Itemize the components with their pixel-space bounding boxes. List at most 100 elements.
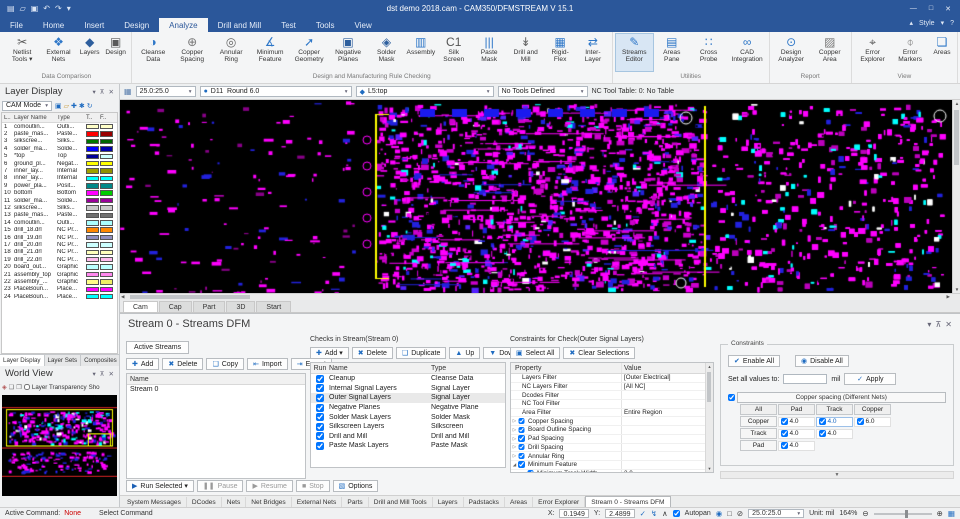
panel-menu-icon[interactable]: ▾ (93, 370, 96, 378)
fit-view-icon[interactable]: ▦ (948, 509, 955, 518)
ribbon-tab[interactable]: Home (33, 18, 74, 32)
trace-color-swatch[interactable] (86, 168, 99, 174)
zoom-in-icon[interactable]: ⊕ (937, 509, 943, 518)
check-row[interactable]: Solder Mask Layers Solder Mask (311, 412, 505, 422)
flash-color-swatch[interactable] (100, 220, 113, 226)
check-row[interactable]: Outer Signal Layers Signal Layer (311, 393, 505, 403)
world-view-icon[interactable]: ❏ (9, 384, 15, 391)
ribbon-button[interactable]: ⊙ Design Analyzer (772, 33, 811, 72)
bottom-panel-tab[interactable]: System Messages (122, 497, 187, 507)
flash-color-swatch[interactable] (100, 264, 113, 270)
layer-panel-tab[interactable]: Composites (81, 355, 121, 366)
layer-toolbar-icon[interactable]: ✚ (71, 102, 77, 110)
trace-color-swatch[interactable] (86, 293, 99, 300)
ribbon-button[interactable]: ✎ Streams Editor (614, 33, 654, 72)
world-view-icon[interactable]: ❒ (16, 384, 22, 391)
check-row[interactable]: Silkscreen Layers Silkscreen (311, 422, 505, 432)
run-checkbox[interactable] (316, 374, 324, 383)
layer-panel-tab[interactable]: Layer Sets (45, 355, 82, 366)
qat-icon[interactable]: ▤ (7, 4, 15, 13)
workspace-tab[interactable]: Cam (123, 301, 158, 312)
run-control-button[interactable]: ▧ Options (332, 480, 379, 492)
check-row[interactable]: Internal Signal Layers Signal Layer (311, 384, 505, 394)
constraint-property-row[interactable]: Minimum Track Width 3.0 (511, 469, 706, 472)
run-control-button[interactable]: ■ Stop (295, 480, 330, 492)
layer-row[interactable]: 20 board_out... Graphic (2, 263, 117, 270)
flash-color-swatch[interactable] (100, 138, 113, 145)
workspace-tab[interactable]: Cap (158, 301, 192, 312)
ribbon-tab[interactable]: Test (271, 18, 306, 32)
layer-row[interactable]: 16 drill_19.drl NC Pr... (2, 234, 117, 241)
layer-panel-tab[interactable]: Layer Display (0, 355, 45, 366)
qat-icon[interactable]: ▾ (67, 4, 71, 13)
qat-icon[interactable]: ↶ (43, 4, 50, 13)
origin-icon[interactable]: ◉ (716, 509, 723, 518)
layer-row[interactable]: 9 power_pla... Posit... (2, 182, 117, 189)
expand-icon[interactable]: ▷ (511, 436, 518, 442)
vertical-scroll-thumb[interactable] (954, 110, 959, 165)
ribbon-button[interactable]: ⇄ Inter-Layer (576, 33, 610, 72)
run-checkbox[interactable] (316, 422, 324, 431)
flash-color-swatch[interactable] (100, 190, 113, 196)
layer-row[interactable]: 18 drill_21.drl NC Pr... (2, 249, 117, 256)
workspace-tab[interactable]: Part (192, 301, 226, 312)
ribbon-button[interactable]: ❏ Areas (929, 33, 955, 72)
flash-color-swatch[interactable] (100, 123, 113, 130)
bottom-panel-tab[interactable]: Nets (222, 497, 247, 507)
qat-icon[interactable]: ↷ (55, 4, 62, 13)
ribbon-button[interactable]: ◆ Layers (77, 33, 103, 72)
matrix-cell[interactable]: 4.0 (816, 428, 853, 439)
vertical-scrollbar[interactable]: ▲ ▼ (952, 100, 960, 293)
help-icon[interactable]: ? (950, 20, 954, 27)
trace-color-swatch[interactable] (86, 153, 99, 159)
layer-row[interactable]: 3 silkscree... Silks... (2, 138, 117, 145)
flash-color-swatch[interactable] (100, 286, 113, 293)
flash-color-swatch[interactable] (100, 234, 113, 241)
constraint-property-row[interactable]: Dcodes Filter (511, 391, 706, 401)
ribbon-button[interactable]: ✂ Netlist Tools ▾ (4, 33, 40, 72)
layer-row[interactable]: 11 solder_ma... Solde... (2, 197, 117, 204)
check-row[interactable]: Negative Planes Negative Plane (311, 403, 505, 413)
layer-toolbar-icon[interactable]: ▱ (64, 102, 69, 110)
bottom-panel-tab[interactable]: Padstacks (464, 497, 505, 507)
matrix-enable-checkbox[interactable] (728, 394, 735, 401)
bottom-panel-tab[interactable]: DCodes (187, 497, 222, 507)
run-checkbox[interactable] (316, 403, 324, 412)
ribbon-button[interactable]: ▥ Assembly (405, 33, 436, 72)
layer-row[interactable]: 15 drill_18.drl NC Pr... (2, 226, 117, 233)
ribbon-button[interactable]: ▣ Negative Planes (329, 33, 368, 72)
stream-action-button[interactable]: ❑ Copy (206, 358, 245, 370)
workspace-tab[interactable]: Start (256, 301, 292, 312)
ribbon-tab[interactable]: Analyze (159, 18, 208, 32)
matrix-cell[interactable]: 4.0 (778, 416, 815, 427)
trace-color-swatch[interactable] (86, 123, 99, 130)
enable-all-button[interactable]: ✔ Enable All (728, 355, 781, 367)
flash-color-swatch[interactable] (100, 183, 113, 189)
stream-action-button[interactable]: ✖ Delete (162, 358, 204, 370)
flash-color-swatch[interactable] (100, 205, 113, 211)
layer-row[interactable]: 1 comoutlin... Outli... (2, 123, 117, 130)
layer-row[interactable]: 12 silkscree... Silks... (2, 204, 117, 211)
ribbon-button[interactable]: ⊕ Copper Spacing (173, 33, 212, 72)
ribbon-button[interactable]: ↡ Drill and Mill (507, 33, 544, 72)
layer-select[interactable]: ◆ L5:top ▾ (355, 86, 494, 97)
constraint-property-row[interactable]: NC Tool Filter (511, 400, 706, 409)
flash-color-swatch[interactable] (100, 160, 113, 167)
flash-color-swatch[interactable] (100, 293, 113, 300)
ribbon-tab[interactable]: File (0, 18, 33, 32)
constraint-property-row[interactable]: ▷ Board Outline Spacing (511, 426, 706, 435)
layer-transparency-checkbox[interactable] (23, 384, 30, 390)
trace-color-swatch[interactable] (86, 234, 99, 241)
measure-icon[interactable]: ⊘ (737, 509, 743, 518)
zoom-slider-thumb[interactable] (904, 509, 908, 518)
apply-button[interactable]: ✓ Apply (844, 373, 897, 385)
flash-color-swatch[interactable] (100, 212, 113, 219)
trace-color-swatch[interactable] (86, 212, 99, 219)
close-icon[interactable]: ✕ (109, 88, 114, 96)
trace-color-swatch[interactable] (86, 190, 99, 196)
pcb-viewport[interactable]: ▲ ▼ (120, 100, 960, 293)
set-values-input[interactable] (783, 374, 828, 384)
check-action-button[interactable]: ✖ Delete (351, 347, 393, 359)
layer-toolbar-icon[interactable]: ↻ (87, 102, 93, 110)
trace-color-swatch[interactable] (86, 205, 99, 211)
